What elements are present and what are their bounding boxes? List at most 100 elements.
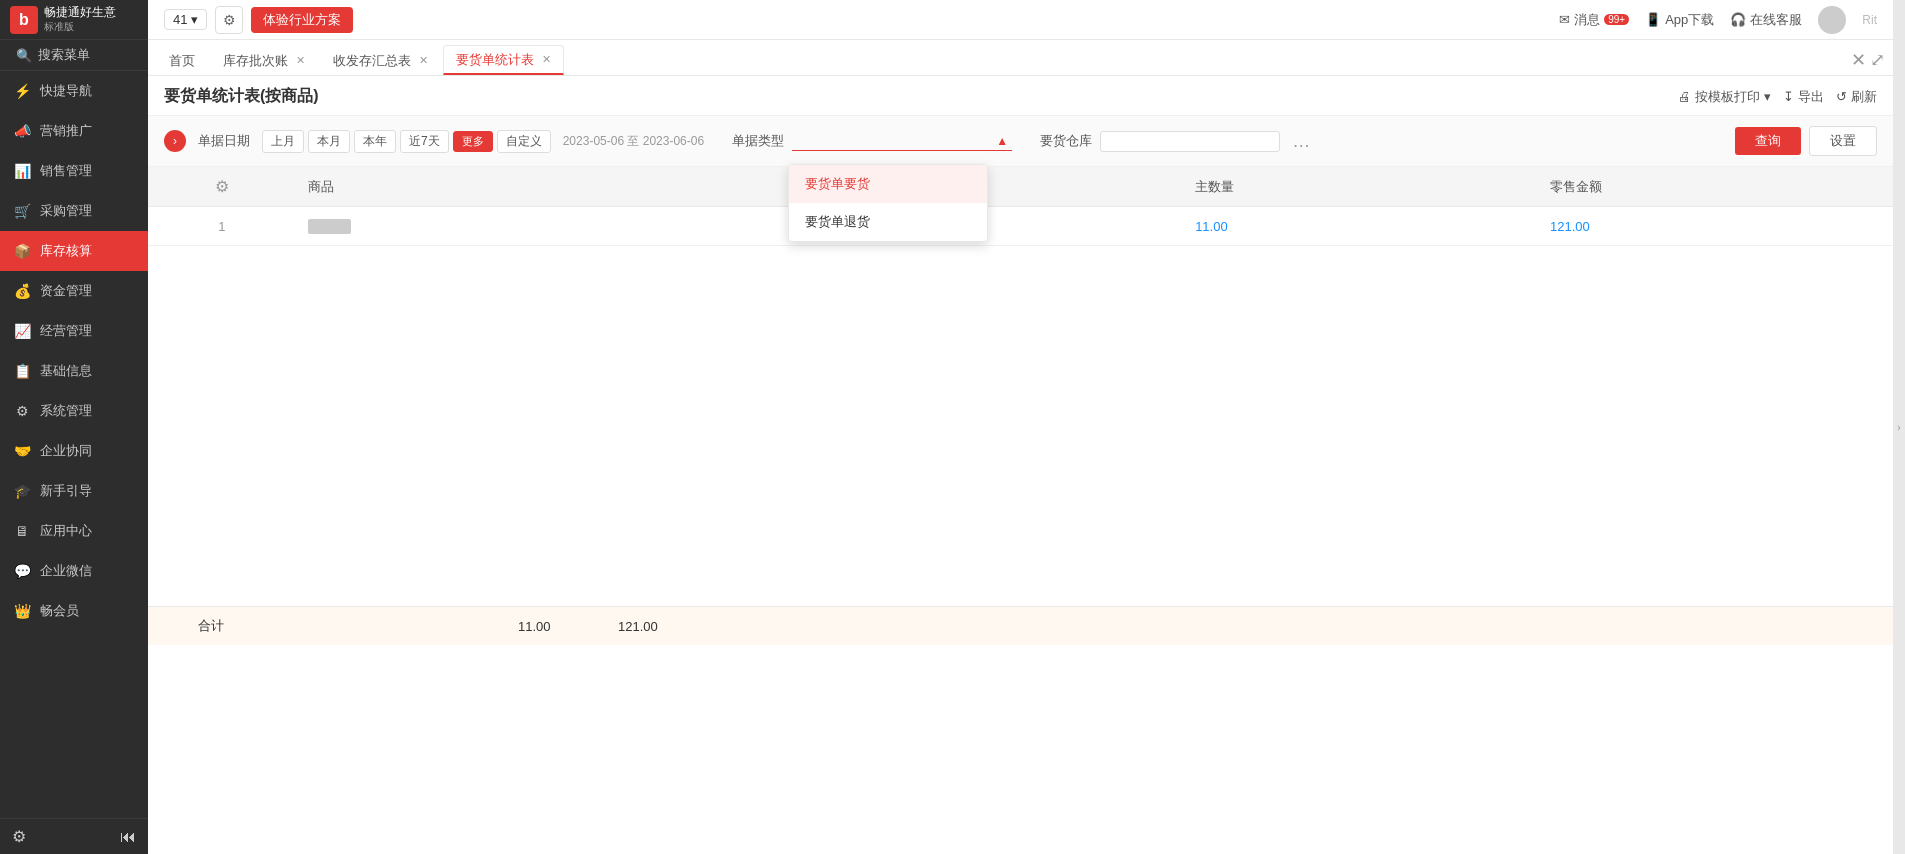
sidebar-search[interactable]: 🔍 搜索菜单	[0, 40, 148, 71]
purchase-icon: 🛒	[12, 201, 32, 221]
sidebar-item-app-center[interactable]: 🖥 应用中心	[0, 511, 148, 551]
column-config-icon[interactable]: ⚙	[215, 178, 229, 195]
settings-icon[interactable]: ⚙	[12, 827, 26, 846]
finance-icon: 💰	[12, 281, 32, 301]
page-title: 要货单统计表(按商品)	[164, 86, 319, 107]
store-number: 41	[173, 12, 187, 27]
sidebar-item-system[interactable]: ⚙ 系统管理	[0, 391, 148, 431]
right-collapse-icon: ›	[1897, 422, 1900, 433]
th-gear[interactable]: ⚙	[148, 167, 296, 207]
sidebar-item-label: 畅会员	[40, 602, 79, 620]
row-qty: 11.00	[1183, 207, 1538, 246]
inventory-icon: 📦	[12, 241, 32, 261]
app-download-button[interactable]: 📱 App下载	[1645, 11, 1714, 29]
tab-close-icon[interactable]: ✕	[419, 54, 428, 67]
type-input-wrap: ▲	[792, 131, 1012, 151]
tabs-expand-button[interactable]: ✕ ⤢	[1851, 49, 1885, 75]
sidebar-item-operations[interactable]: 📈 经营管理	[0, 311, 148, 351]
row-index: 1	[148, 207, 296, 246]
marketing-icon: 📣	[12, 121, 32, 141]
export-button[interactable]: ↧ 导出	[1783, 88, 1824, 106]
sidebar-item-basics[interactable]: 📋 基础信息	[0, 351, 148, 391]
tab-home[interactable]: 首页	[156, 45, 208, 75]
date-quick-buttons: 上月 本月 本年 近7天 更多 自定义	[262, 130, 551, 153]
app-download-label: App下载	[1665, 11, 1714, 29]
dropdown-item-0[interactable]: 要货单要货	[789, 165, 987, 203]
wechat-icon: 💬	[12, 561, 32, 581]
sidebar-item-label: 快捷导航	[40, 82, 92, 100]
sidebar-item-label: 基础信息	[40, 362, 92, 380]
page-content-area: 要货单统计表(按商品) 🖨 按模板打印 ▾ ↧ 导出 ↺ 刷新	[148, 76, 1893, 854]
sidebar-item-purchase[interactable]: 🛒 采购管理	[0, 191, 148, 231]
sidebar-item-enterprise[interactable]: 🤝 企业协同	[0, 431, 148, 471]
date-curr-month-btn[interactable]: 本月	[308, 130, 350, 153]
date-custom-btn[interactable]: 自定义	[497, 130, 551, 153]
type-filter-section: 单据类型 ▲	[732, 131, 1012, 151]
filter-more-icon[interactable]: …	[1292, 131, 1310, 152]
trial-button[interactable]: 体验行业方案	[251, 7, 353, 33]
tab-requisition-stats-label: 要货单统计表	[456, 51, 534, 69]
date-prev-month-btn[interactable]: 上月	[262, 130, 304, 153]
tab-requisition-stats[interactable]: 要货单统计表 ✕	[443, 45, 564, 75]
sidebar-item-member[interactable]: 👑 畅会员	[0, 591, 148, 631]
right-collapse-handle[interactable]: ›	[1893, 0, 1905, 854]
amount-link[interactable]: 121.00	[1550, 219, 1590, 234]
search-icon: 🔍	[16, 48, 32, 63]
page-actions: 🖨 按模板打印 ▾ ↧ 导出 ↺ 刷新	[1678, 88, 1877, 106]
sidebar-item-label: 库存核算	[40, 242, 92, 260]
member-icon: 👑	[12, 601, 32, 621]
tab-close-icon[interactable]: ✕	[296, 54, 305, 67]
sidebar-item-wechat[interactable]: 💬 企业微信	[0, 551, 148, 591]
page-header: 要货单统计表(按商品) 🖨 按模板打印 ▾ ↧ 导出 ↺ 刷新	[148, 76, 1893, 116]
chevron-right-icon: ›	[173, 134, 177, 148]
total-qty: 11.00	[518, 619, 618, 634]
product-name-blurred	[308, 219, 351, 234]
sidebar-item-label: 企业协同	[40, 442, 92, 460]
refresh-label: 刷新	[1851, 88, 1877, 106]
tab-close-icon[interactable]: ✕	[542, 53, 551, 66]
collapse-icon[interactable]: ⏮	[120, 828, 136, 846]
date-7days-btn[interactable]: 近7天	[400, 130, 449, 153]
header-gear-button[interactable]: ⚙	[215, 6, 243, 34]
print-icon: 🖨	[1678, 89, 1691, 104]
query-button[interactable]: 查询	[1735, 127, 1801, 155]
sidebar-item-sales[interactable]: 📊 销售管理	[0, 151, 148, 191]
online-service-label: 在线客服	[1750, 11, 1802, 29]
warehouse-filter-input[interactable]	[1100, 131, 1280, 152]
online-service-button[interactable]: 🎧 在线客服	[1730, 11, 1802, 29]
print-button[interactable]: 🖨 按模板打印 ▾	[1678, 88, 1771, 106]
sidebar-item-marketing[interactable]: 📣 营销推广	[0, 111, 148, 151]
tab-inventory-batch-label: 库存批次账	[223, 52, 288, 70]
sidebar-item-guide[interactable]: 🎓 新手引导	[0, 471, 148, 511]
date-range-text: 2023-05-06 至 2023-06-06	[563, 133, 704, 150]
store-select[interactable]: 41 ▾	[164, 9, 207, 30]
sidebar-footer: ⚙ ⏮	[0, 818, 148, 854]
operations-icon: 📈	[12, 321, 32, 341]
type-chevron-up-icon[interactable]: ▲	[996, 134, 1008, 148]
user-avatar[interactable]	[1818, 6, 1846, 34]
dropdown-item-1[interactable]: 要货单退货	[789, 203, 987, 241]
tab-inventory-batch[interactable]: 库存批次账 ✕	[210, 45, 318, 75]
page-inner: 要货单统计表(按商品) 🖨 按模板打印 ▾ ↧ 导出 ↺ 刷新	[148, 76, 1893, 854]
type-filter-input[interactable]	[792, 131, 1012, 151]
sidebar-item-inventory[interactable]: 📦 库存核算	[0, 231, 148, 271]
table-footer: 合计 11.00 121.00	[148, 606, 1893, 645]
export-label: 导出	[1798, 88, 1824, 106]
app-logo-icon: b	[10, 6, 38, 34]
sidebar-item-finance[interactable]: 💰 资金管理	[0, 271, 148, 311]
filter-settings-button[interactable]: 设置	[1809, 126, 1877, 156]
sidebar-item-quick-nav[interactable]: ⚡ 快捷导航	[0, 71, 148, 111]
tab-receipt-summary[interactable]: 收发存汇总表 ✕	[320, 45, 441, 75]
sidebar-item-label: 系统管理	[40, 402, 92, 420]
refresh-button[interactable]: ↺ 刷新	[1836, 88, 1877, 106]
date-curr-year-btn[interactable]: 本年	[354, 130, 396, 153]
warehouse-filter-label: 要货仓库	[1040, 132, 1092, 150]
filter-expand-button[interactable]: ›	[164, 130, 186, 152]
date-more-btn[interactable]: 更多	[453, 131, 493, 152]
data-table: ⚙ 商品 主计量单位 主数量 零售金额 1	[148, 167, 1893, 246]
warehouse-filter-section: 要货仓库 …	[1040, 131, 1310, 152]
qty-link[interactable]: 11.00	[1195, 219, 1228, 234]
sales-icon: 📊	[12, 161, 32, 181]
message-button[interactable]: ✉ 消息 99+	[1559, 11, 1629, 29]
filter-action-buttons: 查询 设置	[1735, 126, 1877, 156]
